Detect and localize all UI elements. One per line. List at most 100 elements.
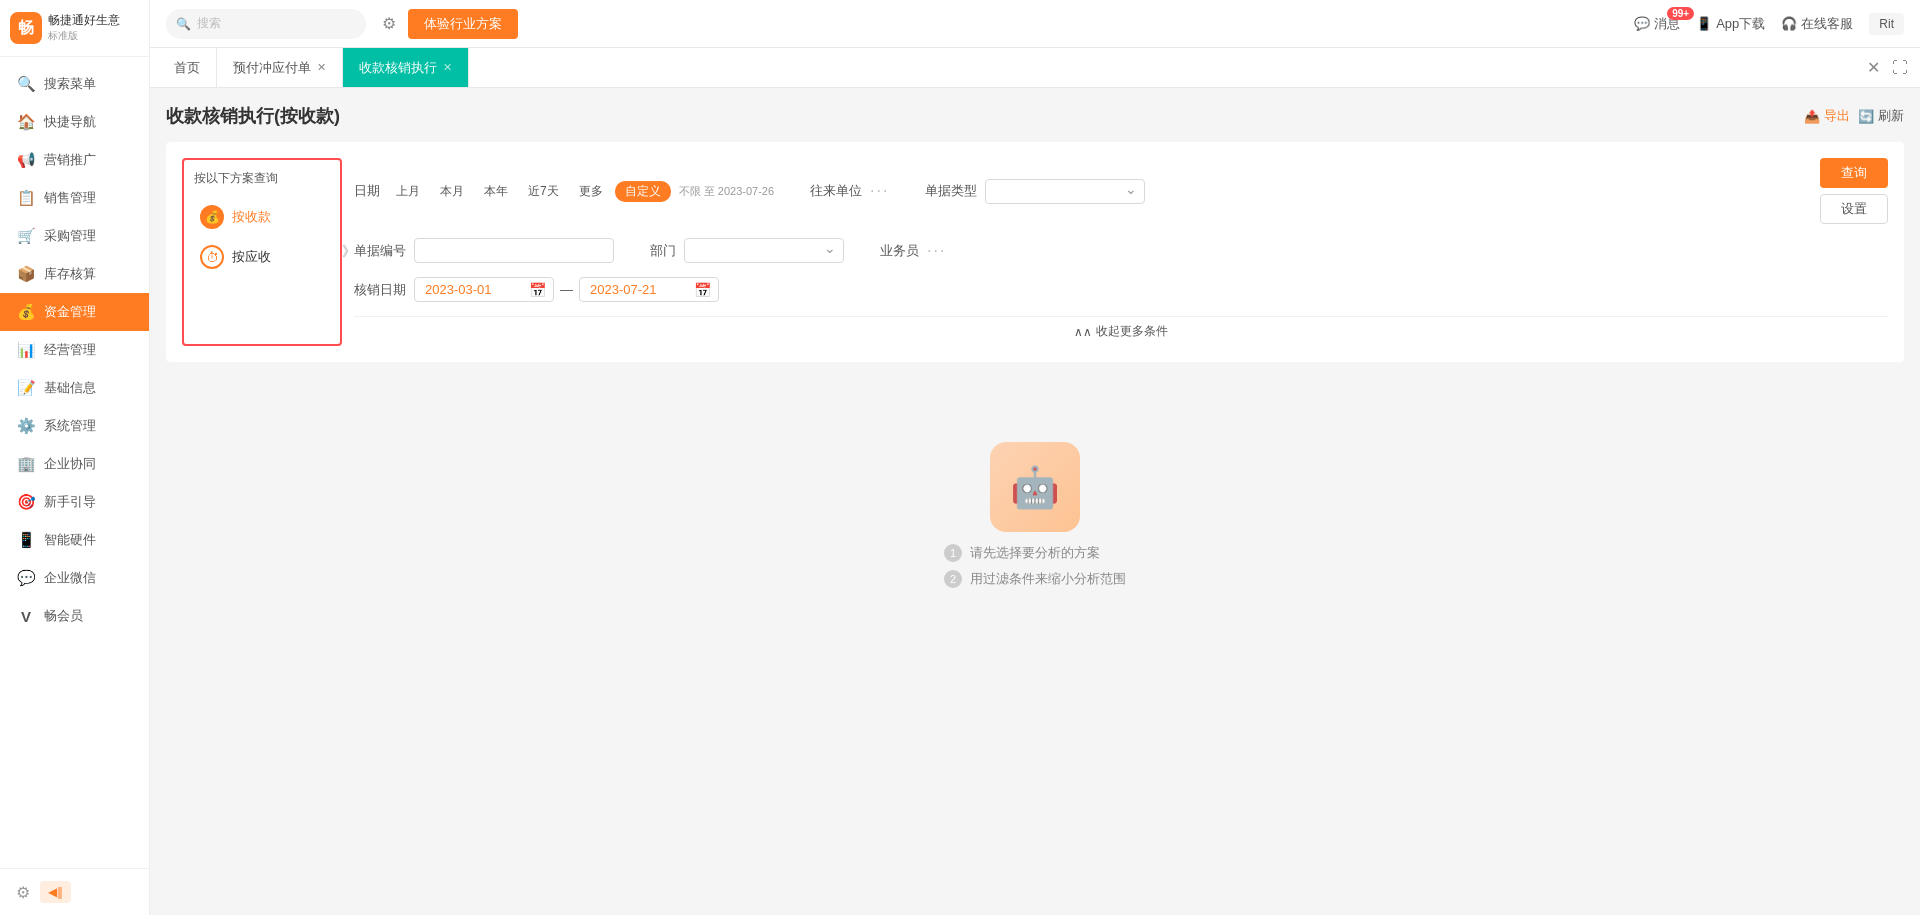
- sidebar-item-operations[interactable]: 📊 经营管理: [0, 331, 149, 369]
- sidebar-item-quick-nav[interactable]: 🏠 快捷导航: [0, 103, 149, 141]
- sidebar-item-hardware[interactable]: 📱 智能硬件: [0, 521, 149, 559]
- tab-label: 收款核销执行: [359, 59, 437, 77]
- tab-prepay[interactable]: 预付冲应付单 ✕: [217, 48, 343, 87]
- export-button[interactable]: 📤 导出: [1804, 107, 1850, 125]
- finance-icon: 💰: [16, 303, 36, 321]
- tab-actions: ✕ ⛶: [1863, 54, 1912, 81]
- sidebar-item-basic-info[interactable]: 📝 基础信息: [0, 369, 149, 407]
- topbar-search[interactable]: 🔍 搜索: [166, 9, 366, 39]
- wechat-icon: 💬: [16, 569, 36, 587]
- calendar-end-icon[interactable]: 📅: [694, 282, 711, 298]
- tab-close-button[interactable]: ✕: [1863, 54, 1884, 81]
- message-icon: 💬: [1634, 16, 1650, 31]
- sidebar-nav: 🔍 搜索菜单 🏠 快捷导航 📢 营销推广 📋 销售管理 🛒 采购管理 📦 库存核…: [0, 57, 149, 868]
- collapse-arrow-icon[interactable]: 》: [342, 243, 356, 261]
- verify-date-label: 核销日期: [354, 281, 406, 299]
- sidebar-item-search[interactable]: 🔍 搜索菜单: [0, 65, 149, 103]
- doc-type-select[interactable]: [985, 179, 1145, 204]
- date-range: 📅 — 📅: [414, 277, 719, 302]
- sidebar-item-label: 企业微信: [44, 569, 96, 587]
- sidebar-item-wechat[interactable]: 💬 企业微信: [0, 559, 149, 597]
- sidebar-item-marketing[interactable]: 📢 营销推广: [0, 141, 149, 179]
- settings-button[interactable]: 设置: [1820, 194, 1888, 224]
- filter-field-date: 日期 上月 本月 本年 近7天 更多 自定义 不限 至 2023-07-26: [354, 181, 774, 202]
- date-tab-this-month[interactable]: 本月: [432, 181, 472, 202]
- app-label: App下载: [1716, 15, 1765, 33]
- logo-icon: 畅: [10, 12, 42, 44]
- date-tabs: 上月 本月 本年 近7天 更多 自定义: [388, 181, 671, 202]
- sidebar-item-label: 营销推广: [44, 151, 96, 169]
- search-icon: 🔍: [16, 75, 36, 93]
- sidebar-item-label: 销售管理: [44, 189, 96, 207]
- doc-no-input[interactable]: [414, 238, 614, 263]
- tab-close-icon[interactable]: ✕: [317, 61, 326, 74]
- topbar-user[interactable]: Rit: [1869, 13, 1904, 35]
- tab-label: 首页: [174, 59, 200, 77]
- date-hint: 不限 至 2023-07-26: [679, 184, 774, 199]
- sidebar-collapse-button[interactable]: ◀‖: [40, 881, 71, 903]
- date-tab-this-year[interactable]: 本年: [476, 181, 516, 202]
- phone-icon: 📱: [16, 531, 36, 549]
- filter-actions: 查询 设置: [1820, 158, 1888, 224]
- date-tab-custom[interactable]: 自定义: [615, 181, 671, 202]
- query-button[interactable]: 查询: [1820, 158, 1888, 188]
- settings-bottom-icon[interactable]: ⚙: [16, 883, 30, 902]
- sidebar-item-inventory[interactable]: 📦 库存核算: [0, 255, 149, 293]
- calendar-start-icon[interactable]: 📅: [529, 282, 546, 298]
- filter-field-staff: 业务员 ···: [880, 242, 946, 260]
- partner-ellipsis[interactable]: ···: [870, 182, 889, 200]
- chart-icon: 📊: [16, 341, 36, 359]
- sidebar-item-label: 新手引导: [44, 493, 96, 511]
- tab-label: 预付冲应付单: [233, 59, 311, 77]
- sidebar-item-system[interactable]: ⚙️ 系统管理: [0, 407, 149, 445]
- collapse-more-btn[interactable]: ∧∧ 收起更多条件: [354, 316, 1888, 346]
- tip-number-2: 2: [944, 570, 962, 588]
- topbar-gear-icon[interactable]: ⚙: [382, 14, 396, 33]
- tab-home[interactable]: 首页: [158, 48, 217, 87]
- tab-expand-button[interactable]: ⛶: [1888, 55, 1912, 81]
- filter-field-verify-date: 核销日期 📅 — 📅: [354, 277, 719, 302]
- tab-close-icon[interactable]: ✕: [443, 61, 452, 74]
- sidebar-item-enterprise[interactable]: 🏢 企业协同: [0, 445, 149, 483]
- sidebar-item-sales[interactable]: 📋 销售管理: [0, 179, 149, 217]
- dept-select[interactable]: [684, 238, 844, 263]
- sidebar-item-label: 库存核算: [44, 265, 96, 283]
- sidebar-logo: 畅 畅捷通好生意 标准版: [0, 0, 149, 57]
- filter-fields: 日期 上月 本月 本年 近7天 更多 自定义 不限 至 2023-07-26 往…: [354, 158, 1888, 346]
- sidebar-item-purchase[interactable]: 🛒 采购管理: [0, 217, 149, 255]
- topbar-message[interactable]: 💬 消息 99+: [1634, 15, 1680, 33]
- date-tab-7days[interactable]: 近7天: [520, 181, 567, 202]
- sidebar-item-finance[interactable]: 💰 资金管理: [0, 293, 149, 331]
- industry-button[interactable]: 体验行业方案: [408, 9, 518, 39]
- filter-panel: 按以下方案查询 💰 按收款 ⏱ 按应收 》 日期: [166, 142, 1904, 362]
- filter-option-by-receipt[interactable]: 💰 按收款: [194, 197, 330, 237]
- doc-no-label: 单据编号: [354, 242, 406, 260]
- doc-type-label: 单据类型: [925, 182, 977, 200]
- content-area: 收款核销执行(按收款) 📤 导出 🔄 刷新 按以下方案查询 💰 按收款: [150, 88, 1920, 915]
- logo-text: 畅捷通好生意: [48, 13, 120, 29]
- cart-icon: 🛒: [16, 227, 36, 245]
- filter-option-label: 按收款: [232, 208, 271, 226]
- empty-tips: 1 请先选择要分析的方案 2 用过滤条件来缩小分析范围: [944, 544, 1126, 588]
- topbar-service[interactable]: 🎧 在线客服: [1781, 15, 1853, 33]
- tab-bar: 首页 预付冲应付单 ✕ 收款核销执行 ✕ ✕ ⛶: [150, 48, 1920, 88]
- filter-option-by-receivable[interactable]: ⏱ 按应收: [194, 237, 330, 277]
- chevron-up-icon: ∧∧: [1074, 325, 1092, 339]
- topbar-app-download[interactable]: 📱 App下载: [1696, 15, 1765, 33]
- filter-field-partner: 往来单位 ···: [810, 182, 889, 200]
- doc-type-select-wrapper: [985, 179, 1145, 204]
- date-tab-more[interactable]: 更多: [571, 181, 611, 202]
- date-tab-last-month[interactable]: 上月: [388, 181, 428, 202]
- sidebar-item-label: 基础信息: [44, 379, 96, 397]
- sidebar-item-label: 系统管理: [44, 417, 96, 435]
- sidebar-item-member[interactable]: V 畅会员: [0, 597, 149, 635]
- filter-field-doc-type: 单据类型: [925, 179, 1145, 204]
- tab-receipt-offset[interactable]: 收款核销执行 ✕: [343, 48, 469, 87]
- refresh-button[interactable]: 🔄 刷新: [1858, 107, 1904, 125]
- date-label: 日期: [354, 182, 380, 200]
- topbar: 🔍 搜索 ⚙ 体验行业方案 💬 消息 99+ 📱 App下载 🎧 在线客服 Ri…: [150, 0, 1920, 48]
- staff-ellipsis[interactable]: ···: [927, 242, 946, 260]
- staff-label: 业务员: [880, 242, 919, 260]
- empty-tip-1: 1 请先选择要分析的方案: [944, 544, 1126, 562]
- sidebar-item-guide[interactable]: 🎯 新手引导: [0, 483, 149, 521]
